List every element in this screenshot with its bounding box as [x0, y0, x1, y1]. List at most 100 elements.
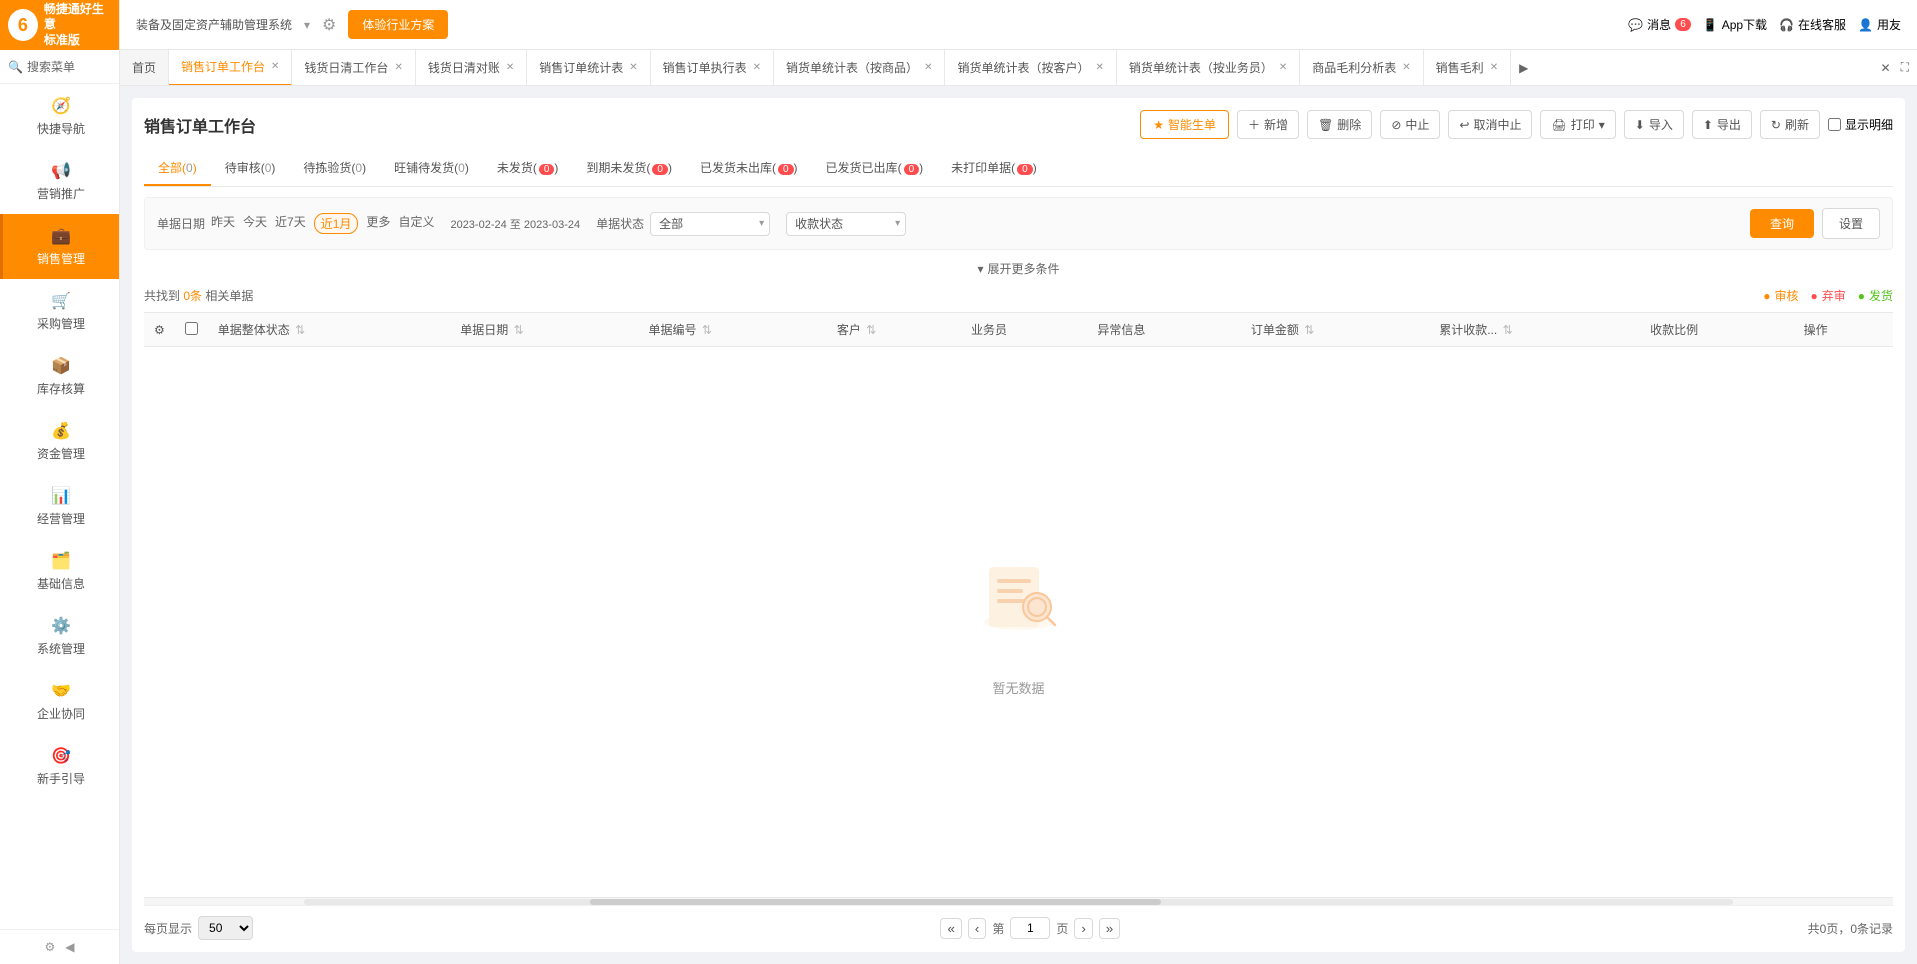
- message-action[interactable]: 💬 消息 6: [1628, 16, 1691, 33]
- prev-page-button[interactable]: ‹: [968, 918, 986, 939]
- page-number-input[interactable]: [1010, 917, 1050, 939]
- smart-order-button[interactable]: ★ 智能生单: [1140, 110, 1229, 139]
- tab-sale-stat-product[interactable]: 销货单统计表（按商品） ✕: [774, 50, 945, 86]
- sort-number-icon[interactable]: ⇅: [702, 323, 712, 337]
- tabs-more-button[interactable]: ▶: [1511, 61, 1536, 75]
- app-download-action[interactable]: 📱 App下载: [1703, 16, 1767, 33]
- last-page-button[interactable]: »: [1099, 918, 1120, 939]
- tab-close-goods-margin[interactable]: ✕: [1402, 62, 1410, 73]
- filter-tab-shipped-not-out[interactable]: 已发货未出库(0): [686, 151, 812, 186]
- delete-button[interactable]: 🗑 删除: [1307, 110, 1372, 139]
- reject-action[interactable]: ● 弃审: [1810, 287, 1845, 304]
- tab-close-sales[interactable]: ✕: [271, 61, 279, 72]
- sidebar-item-system[interactable]: ⚙️ 系统管理: [0, 604, 119, 669]
- tab-goods-margin[interactable]: 商品毛利分析表 ✕: [1300, 50, 1423, 86]
- select-all-checkbox[interactable]: [185, 322, 198, 335]
- date-opt-today[interactable]: 今天: [243, 213, 267, 234]
- refresh-icon: ↻: [1771, 118, 1781, 132]
- date-opt-last1m[interactable]: 近1月: [314, 213, 359, 234]
- sort-customer-icon[interactable]: ⇅: [866, 323, 876, 337]
- sidebar-item-quick-nav[interactable]: 🧭 快捷导航: [0, 84, 119, 149]
- tab-close-sales-rev[interactable]: ✕: [1490, 62, 1498, 73]
- date-opt-yesterday[interactable]: 昨天: [211, 213, 235, 234]
- industry-solution-button[interactable]: 体验行业方案: [348, 10, 448, 39]
- sidebar-item-newbie[interactable]: 🎯 新手引导: [0, 734, 119, 799]
- tab-home[interactable]: 首页: [120, 50, 169, 86]
- sidebar-item-operation[interactable]: 📊 经营管理: [0, 474, 119, 539]
- tab-close-sales-exec[interactable]: ✕: [753, 62, 761, 73]
- tab-close-sale-stat-product[interactable]: ✕: [924, 62, 932, 73]
- first-page-button[interactable]: «: [940, 918, 961, 939]
- dropdown-icon[interactable]: ▾: [304, 18, 310, 32]
- page-size-select[interactable]: 10 20 50 100: [198, 916, 253, 940]
- sort-collected-icon[interactable]: ⇅: [1503, 323, 1513, 337]
- import-button[interactable]: ⬇ 导入: [1624, 110, 1684, 139]
- tab-close-cash-reconcile[interactable]: ✕: [506, 62, 514, 73]
- table-col-settings[interactable]: ⚙: [144, 313, 175, 347]
- horizontal-scrollbar[interactable]: [144, 897, 1893, 905]
- tab-sales-stat1[interactable]: 销售订单统计表 ✕: [527, 50, 650, 86]
- tab-close-sale-stat-customer[interactable]: ✕: [1095, 62, 1103, 73]
- show-detail-checkbox[interactable]: [1828, 118, 1841, 131]
- tab-close-sales-stat1[interactable]: ✕: [629, 62, 637, 73]
- sidebar-item-finance[interactable]: 💰 资金管理: [0, 409, 119, 474]
- tab-cash-daily[interactable]: 钱货日清工作台 ✕: [292, 50, 415, 86]
- expand-filter-button[interactable]: ▾ 展开更多条件: [977, 260, 1059, 277]
- tab-action-close-all[interactable]: ✕: [1877, 59, 1895, 77]
- cancel-stop-button[interactable]: ↩ 取消中止: [1448, 110, 1532, 139]
- sidebar-item-marketing[interactable]: 📢 营销推广: [0, 149, 119, 214]
- user-action[interactable]: 👤 用友: [1858, 16, 1901, 33]
- tab-sales-exec[interactable]: 销售订单执行表 ✕: [651, 50, 774, 86]
- approve-action[interactable]: ● 审核: [1763, 287, 1798, 304]
- sort-date-icon[interactable]: ⇅: [514, 323, 524, 337]
- next-page-button[interactable]: ›: [1074, 918, 1092, 939]
- filter-tab-not-shipped[interactable]: 未发货(0): [483, 151, 573, 186]
- export-button[interactable]: ⬆ 导出: [1692, 110, 1752, 139]
- query-button[interactable]: 查询: [1750, 209, 1814, 238]
- tab-close-sale-stat-staff[interactable]: ✕: [1279, 62, 1287, 73]
- status-select[interactable]: 全部: [650, 212, 770, 236]
- ship-icon: ●: [1858, 289, 1865, 303]
- print-button[interactable]: 🖨 打印 ▾: [1540, 110, 1615, 139]
- sidebar-item-enterprise[interactable]: 🤝 企业协同: [0, 669, 119, 734]
- search-menu[interactable]: 🔍 搜索菜单: [0, 50, 119, 84]
- tab-sale-stat-customer[interactable]: 销货单统计表（按客户） ✕: [945, 50, 1116, 86]
- date-opt-last7[interactable]: 近7天: [275, 213, 306, 234]
- page-content: 销售订单工作台 ★ 智能生单 ＋ 新增 🗑 删除 ⊘: [120, 86, 1917, 964]
- date-opt-more[interactable]: 更多: [366, 213, 390, 234]
- tab-sales-order-workbench[interactable]: 销售订单工作台 ✕: [169, 50, 292, 86]
- tab-sales-rev[interactable]: 销售毛利 ✕: [1424, 50, 1511, 86]
- filter-tab-overdue-not-shipped[interactable]: 到期未发货(0): [572, 151, 686, 186]
- tab-sale-stat-staff[interactable]: 销货单统计表（按业务员） ✕: [1117, 50, 1300, 86]
- refresh-button[interactable]: ↻ 刷新: [1760, 110, 1820, 139]
- tab-action-fullscreen[interactable]: ⛶: [1897, 58, 1913, 77]
- sidebar-item-inventory[interactable]: 📦 库存核算: [0, 344, 119, 409]
- sort-status-icon[interactable]: ⇅: [295, 323, 305, 337]
- filter-tab-all[interactable]: 全部(0): [144, 151, 211, 186]
- settings-btn[interactable]: ⚙: [322, 15, 336, 35]
- collapse-icon[interactable]: ◀: [65, 940, 74, 954]
- date-opt-custom[interactable]: 自定义: [398, 213, 434, 234]
- table-col-checkbox[interactable]: [175, 313, 208, 347]
- scrollbar-thumb[interactable]: [590, 899, 1162, 905]
- date-filter: 单据日期 昨天 今天 近7天 近1月 更多 自定义: [157, 213, 434, 234]
- filter-tab-pending-review[interactable]: 待审核(0): [211, 151, 290, 186]
- settings-query-button[interactable]: 设置: [1822, 208, 1880, 239]
- filter-tab-pending-inspect[interactable]: 待拣验货(0): [289, 151, 380, 186]
- sidebar-item-sales[interactable]: 💼 销售管理: [0, 214, 119, 279]
- ship-action[interactable]: ● 发货: [1858, 287, 1893, 304]
- payment-status-select[interactable]: 收款状态: [786, 212, 906, 236]
- sort-amount-icon[interactable]: ⇅: [1304, 323, 1314, 337]
- filter-tab-not-printed[interactable]: 未打印单据(0): [937, 151, 1051, 186]
- stop-button[interactable]: ⊘ 中止: [1380, 110, 1440, 139]
- online-service-action[interactable]: 🎧 在线客服: [1779, 16, 1846, 33]
- sidebar-item-basic-info[interactable]: 🗂️ 基础信息: [0, 539, 119, 604]
- tab-cash-reconcile[interactable]: 钱货日清对账 ✕: [416, 50, 527, 86]
- show-detail-toggle[interactable]: 显示明细: [1828, 116, 1893, 133]
- filter-tab-shipped-out[interactable]: 已发货已出库(0): [812, 151, 938, 186]
- settings-icon[interactable]: ⚙: [45, 940, 56, 954]
- add-button[interactable]: ＋ 新增: [1237, 110, 1299, 139]
- filter-tab-wangpu-pending[interactable]: 旺铺待发货(0): [380, 151, 483, 186]
- tab-close-cash-daily[interactable]: ✕: [394, 62, 402, 73]
- sidebar-item-purchase[interactable]: 🛒 采购管理: [0, 279, 119, 344]
